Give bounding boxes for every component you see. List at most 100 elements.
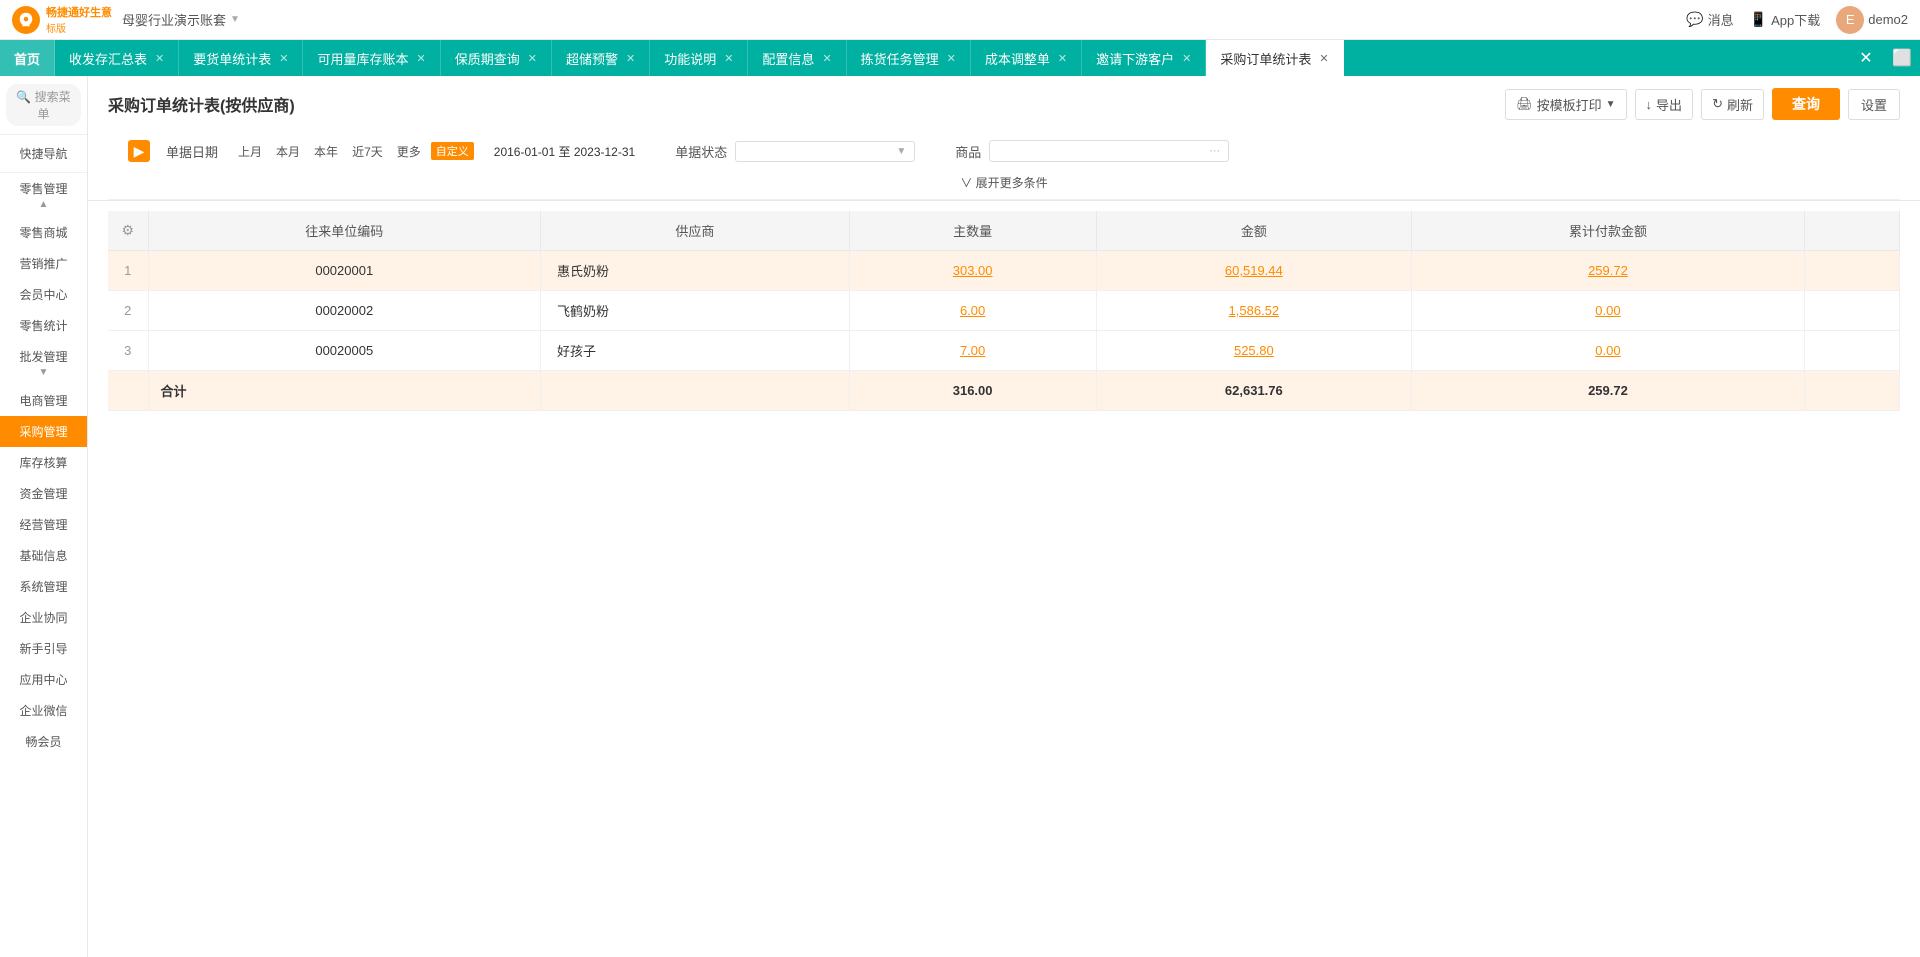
date-this-month[interactable]: 本月 <box>272 142 304 161</box>
tab-close-icon[interactable]: ✕ <box>417 52 426 65</box>
page-title: 采购订单统计表(按供应商) <box>108 92 295 116</box>
cell-empty <box>1804 251 1899 291</box>
tab-keyongliang[interactable]: 可用量库存账本 ✕ <box>303 40 440 76</box>
table-row[interactable]: 3 00020005 好孩子 7.00 525.80 0.00 <box>108 331 1900 371</box>
date-this-year[interactable]: 本年 <box>310 142 342 161</box>
print-button[interactable]: 🖨 按模板打印 ▼ <box>1505 89 1626 120</box>
filter-area: ▶ 单据日期 上月 本月 本年 近7天 更多 自定义 2016-01-01 至 … <box>108 130 1900 200</box>
tab-peizhi[interactable]: 配置信息 ✕ <box>748 40 846 76</box>
sidebar-item-kucunhejiao[interactable]: 库存核算 <box>0 447 87 478</box>
tab-paihuorenwu[interactable]: 拣货任务管理 ✕ <box>847 40 971 76</box>
top-bar: 畅捷通好生意 标版 母婴行业演示账套 ▼ 💬 消息 📱 App下载 E demo… <box>0 0 1920 40</box>
tab-close-icon[interactable]: ✕ <box>528 52 537 65</box>
logo-text: 畅捷通好生意 标版 <box>46 4 112 35</box>
sidebar-item-lingshoutongji[interactable]: 零售统计 <box>0 310 87 341</box>
expand-row: ∨ 展开更多条件 <box>128 170 1880 199</box>
tab-close-icon[interactable]: ✕ <box>822 52 831 65</box>
sidebar-item-zijinguanli[interactable]: 资金管理 <box>0 478 87 509</box>
cell-paid[interactable]: 0.00 <box>1412 331 1805 371</box>
footer-empty2 <box>541 371 850 411</box>
maximize-button[interactable]: ⬜ <box>1884 40 1920 76</box>
cell-paid[interactable]: 259.72 <box>1412 251 1805 291</box>
date-more[interactable]: 更多 <box>393 142 425 161</box>
settings-icon[interactable]: ⚙ <box>121 222 134 238</box>
cell-quantity[interactable]: 6.00 <box>849 291 1096 331</box>
date-last-month[interactable]: 上月 <box>234 142 266 161</box>
tab-yaoqing[interactable]: 邀请下游客户 ✕ <box>1082 40 1206 76</box>
cell-quantity[interactable]: 303.00 <box>849 251 1096 291</box>
cell-amount[interactable]: 1,586.52 <box>1096 291 1412 331</box>
cell-empty <box>1804 291 1899 331</box>
col-supplier: 供应商 <box>541 211 850 251</box>
tab-close-icon[interactable]: ✕ <box>724 52 733 65</box>
settings-button[interactable]: 设置 <box>1848 89 1900 120</box>
date-filter-label: 单据日期 <box>166 142 218 161</box>
sidebar-item-qiyeweixin[interactable]: 企业微信 <box>0 695 87 726</box>
col-quantity: 主数量 <box>849 211 1096 251</box>
sidebar-item-pifaguanli[interactable]: 批发管理 ▼ <box>0 341 87 385</box>
goods-input[interactable]: ··· <box>989 140 1229 162</box>
sidebar-item-qiyexietong[interactable]: 企业协同 <box>0 602 87 633</box>
sidebar-item-lingshoushangheng[interactable]: 零售商城 <box>0 217 87 248</box>
sidebar-item-jichuxinxi[interactable]: 基础信息 <box>0 540 87 571</box>
close-tab-button[interactable]: ✕ <box>1848 40 1884 76</box>
tab-close-icon[interactable]: ✕ <box>155 52 164 65</box>
filter-toggle-button[interactable]: ▶ <box>128 140 150 162</box>
sidebar-item-xitongguanli[interactable]: 系统管理 <box>0 571 87 602</box>
sidebar-items: 零售管理 ▲ 零售商城 营销推广 会员中心 零售统计 批发管理 ▼ 电商管理 <box>0 173 87 757</box>
tab-shoufahuizong[interactable]: 收发存汇总表 ✕ <box>55 40 179 76</box>
app-download-button[interactable]: 📱 App下载 <box>1750 10 1821 29</box>
sidebar-item-huiyuanzhongxin[interactable]: 会员中心 <box>0 279 87 310</box>
refresh-button[interactable]: ↻ 刷新 <box>1701 89 1764 120</box>
nav-tabs: 首页 收发存汇总表 ✕ 要货单统计表 ✕ 可用量库存账本 ✕ 保质期查询 ✕ 超… <box>0 40 1920 76</box>
tab-gongnengshuo[interactable]: 功能说明 ✕ <box>650 40 748 76</box>
user-menu[interactable]: E demo2 <box>1836 6 1908 34</box>
cell-code: 00020001 <box>148 251 541 291</box>
workspace-selector[interactable]: 母婴行业演示账套 ▼ <box>122 10 240 29</box>
expand-more-button[interactable]: ∨ 展开更多条件 <box>960 176 1047 190</box>
sidebar-item-xinshouyindao[interactable]: 新手引导 <box>0 633 87 664</box>
sidebar-item-yingyongzhongxin[interactable]: 应用中心 <box>0 664 87 695</box>
status-filter: 单据状态 ▼ <box>675 141 915 162</box>
printer-icon: 🖨 <box>1516 96 1533 112</box>
date-7days[interactable]: 近7天 <box>348 142 387 161</box>
table-row[interactable]: 1 00020001 惠氏奶粉 303.00 60,519.44 259.72 <box>108 251 1900 291</box>
cell-empty <box>1804 331 1899 371</box>
tab-chaochuyujing[interactable]: 超储预警 ✕ <box>552 40 650 76</box>
status-select[interactable]: ▼ <box>735 141 915 162</box>
search-icon: 🔍 <box>16 90 34 104</box>
avatar: E <box>1836 6 1864 34</box>
cell-quantity[interactable]: 7.00 <box>849 331 1096 371</box>
sidebar-item-lingshouguan[interactable]: 零售管理 ▲ <box>0 173 87 217</box>
tab-caigoudingdantongji[interactable]: 采购订单统计表 ✕ <box>1206 40 1343 76</box>
chevron-down-icon: ▼ <box>896 146 906 157</box>
sidebar-item-dianshangguan[interactable]: 电商管理 <box>0 385 87 416</box>
tab-close-icon[interactable]: ✕ <box>1058 52 1067 65</box>
tab-home[interactable]: 首页 <box>0 40 55 76</box>
export-button[interactable]: ↓ 导出 <box>1635 89 1694 120</box>
tab-close-icon[interactable]: ✕ <box>947 52 956 65</box>
tab-close-icon[interactable]: ✕ <box>626 52 635 65</box>
sidebar-item-caigouguan[interactable]: 采购管理 <box>0 416 87 447</box>
table-wrapper: ⚙ 往来单位编码 供应商 主数量 <box>88 201 1920 957</box>
table-row[interactable]: 2 00020002 飞鹤奶粉 6.00 1,586.52 0.00 <box>108 291 1900 331</box>
sidebar-item-kuaijiedaohang[interactable]: 快捷导航 <box>0 139 87 168</box>
tab-close-icon[interactable]: ✕ <box>279 52 288 65</box>
tab-chengbentiaozhen[interactable]: 成本调整单 ✕ <box>971 40 1082 76</box>
chevron-down-icon: ∨ <box>960 176 972 190</box>
tab-close-icon[interactable]: ✕ <box>1319 52 1328 65</box>
sidebar-item-yingxiaotuiguang[interactable]: 营销推广 <box>0 248 87 279</box>
page-title-row: 采购订单统计表(按供应商) 🖨 按模板打印 ▼ ↓ 导出 ↻ <box>108 88 1900 120</box>
cell-supplier: 惠氏奶粉 <box>541 251 850 291</box>
cell-paid[interactable]: 0.00 <box>1412 291 1805 331</box>
query-button[interactable]: 查询 <box>1772 88 1840 120</box>
sidebar-item-changhui[interactable]: 畅会员 <box>0 726 87 757</box>
sidebar-item-jingyingguanli[interactable]: 经营管理 <box>0 509 87 540</box>
cell-amount[interactable]: 60,519.44 <box>1096 251 1412 291</box>
tab-yaohuodanjitong[interactable]: 要货单统计表 ✕ <box>179 40 303 76</box>
tab-close-icon[interactable]: ✕ <box>1182 52 1191 65</box>
search-menu-button[interactable]: 🔍 搜索菜单 <box>6 84 81 126</box>
tab-baoquxianchaxun[interactable]: 保质期查询 ✕ <box>441 40 552 76</box>
messages-button[interactable]: 💬 消息 <box>1686 10 1733 29</box>
cell-amount[interactable]: 525.80 <box>1096 331 1412 371</box>
